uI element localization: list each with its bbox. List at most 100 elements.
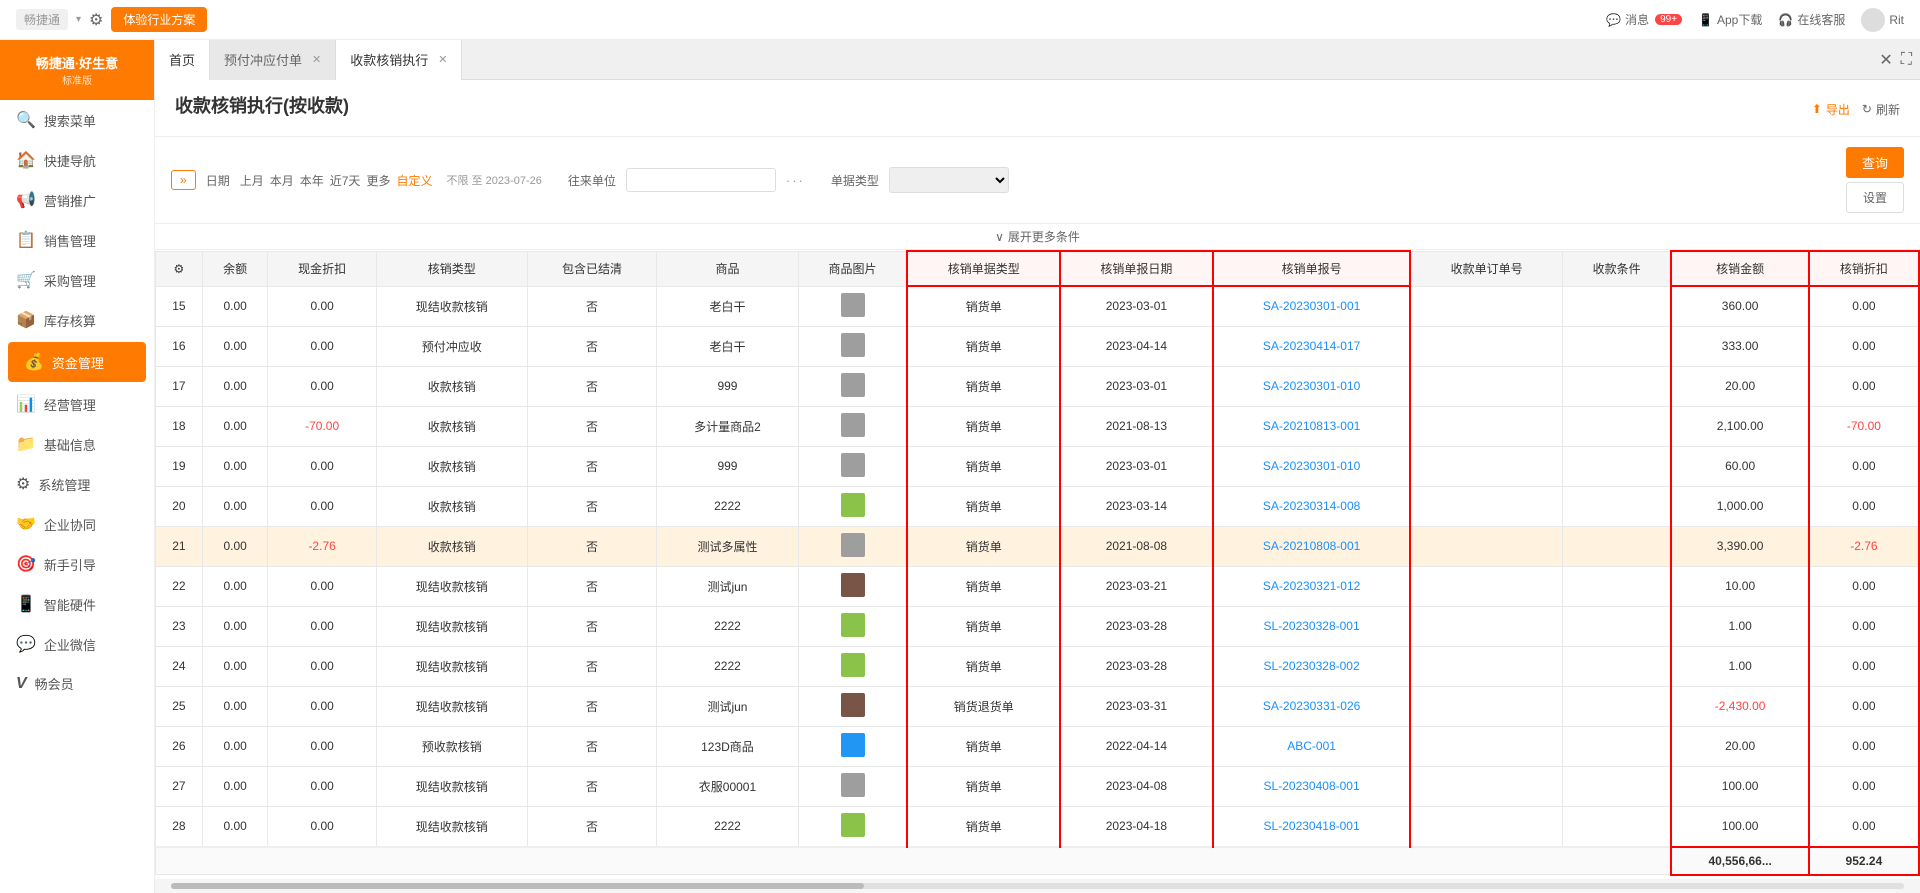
cell-cancel-type: 现结收款核销: [376, 606, 527, 646]
table-row: 26 0.00 0.00 预收款核销 否 123D商品 销货单 2022-04-…: [156, 726, 1920, 766]
refresh-icon: ↻: [1862, 102, 1872, 116]
cell-cancel-voucher-no[interactable]: SA-20230301-010: [1213, 446, 1411, 486]
expand-more-icon: ∨: [995, 230, 1004, 244]
cell-include-settled: 否: [527, 326, 657, 366]
voucher-type-select[interactable]: [889, 167, 1009, 193]
cell-goods-img: [798, 286, 907, 326]
sidebar-item-finance[interactable]: 💰 资金管理: [8, 342, 146, 382]
tab-cancel[interactable]: 收款核销执行 ✕: [336, 40, 462, 80]
cell-receipt-order-no: [1410, 526, 1562, 566]
date-7days[interactable]: 近7天: [330, 172, 361, 189]
cell-cancel-voucher-no[interactable]: SA-20230414-017: [1213, 326, 1411, 366]
cell-cancel-voucher-no[interactable]: SA-20230301-001: [1213, 286, 1411, 326]
cell-cancel-discount: 0.00: [1809, 446, 1919, 486]
cell-cancel-type: 现结收款核销: [376, 806, 527, 847]
sidebar-item-collab[interactable]: 🤝 企业协同: [0, 504, 154, 544]
cell-cancel-voucher-no[interactable]: SL-20230328-002: [1213, 646, 1411, 686]
cell-cancel-voucher-no[interactable]: SL-20230418-001: [1213, 806, 1411, 847]
cell-cash-discount: 0.00: [268, 806, 376, 847]
th-goods: 商品: [657, 251, 798, 286]
tab-home[interactable]: 首页: [155, 40, 210, 80]
table-row: 25 0.00 0.00 现结收款核销 否 测试jun 销货退货单 2023-0…: [156, 686, 1920, 726]
export-button[interactable]: ⬆ 导出: [1812, 101, 1850, 118]
cell-cancel-voucher-type: 销货单: [907, 286, 1060, 326]
message-item[interactable]: 💬 消息 99+: [1606, 11, 1682, 28]
top-bar: 畅捷通 ▾ ⚙ 体验行业方案 💬 消息 99+ 📱 App下载 🎧 在线客服 R…: [0, 0, 1920, 40]
filter-dots: ···: [786, 173, 805, 188]
sidebar-item-system[interactable]: ⚙ 系统管理: [0, 464, 154, 504]
date-cur-year[interactable]: 本年: [300, 172, 324, 189]
cell-goods-img: [798, 486, 907, 526]
tab-prepay-close[interactable]: ✕: [312, 53, 321, 66]
tab-cancel-close[interactable]: ✕: [438, 53, 447, 66]
filter-row: 日期 上月 本月 本年 近7天 更多 自定义 不限 至 2023-07-26 往…: [206, 167, 1836, 193]
trial-btn[interactable]: 体验行业方案: [111, 7, 207, 32]
settings-filter-button[interactable]: 设置: [1846, 182, 1904, 213]
cell-cancel-voucher-type: 销货单: [907, 406, 1060, 446]
cell-cancel-amount: 2,100.00: [1671, 406, 1808, 446]
sidebar-item-basic[interactable]: 📁 基础信息: [0, 424, 154, 464]
cell-cancel-voucher-no[interactable]: SA-20230314-008: [1213, 486, 1411, 526]
cell-include-settled: 否: [527, 286, 657, 326]
cell-balance: 0.00: [202, 486, 268, 526]
date-more[interactable]: 更多: [366, 172, 390, 189]
app-download-item[interactable]: 📱 App下载: [1698, 11, 1762, 28]
sidebar-item-wechat[interactable]: 💬 企业微信: [0, 624, 154, 664]
cell-receipt-order-no: [1410, 806, 1562, 847]
cell-cancel-voucher-no[interactable]: SA-20230331-026: [1213, 686, 1411, 726]
cell-cancel-voucher-no[interactable]: SL-20230328-001: [1213, 606, 1411, 646]
sidebar-item-guide[interactable]: 🎯 新手引导: [0, 544, 154, 584]
th-cancel-voucher-no: 核销单报号: [1213, 251, 1411, 286]
filter-toggle-btn[interactable]: »: [171, 170, 196, 190]
cell-cancel-voucher-no[interactable]: SA-20230301-010: [1213, 366, 1411, 406]
sidebar-item-label: 营销推广: [44, 191, 96, 210]
date-range: 不限 至 2023-07-26: [446, 172, 541, 188]
tab-close-btn[interactable]: ✕: [1879, 50, 1892, 70]
tab-bar-actions: ✕ ⛶: [1879, 50, 1920, 70]
cell-cancel-voucher-no[interactable]: SA-20210808-001: [1213, 526, 1411, 566]
cell-balance: 0.00: [202, 686, 268, 726]
sidebar-item-search[interactable]: 🔍 搜索菜单: [0, 100, 154, 140]
cell-receipt-order-no: [1410, 766, 1562, 806]
refresh-button[interactable]: ↻ 刷新: [1862, 101, 1900, 118]
expand-more-bar[interactable]: ∨ 展开更多条件: [155, 224, 1920, 250]
cell-cancel-voucher-no[interactable]: ABC-001: [1213, 726, 1411, 766]
sidebar-item-label: 库存核算: [44, 311, 96, 330]
date-prev-month[interactable]: 上月: [240, 172, 264, 189]
cell-cancel-discount: 0.00: [1809, 286, 1919, 326]
sidebar-item-vip[interactable]: V 畅会员: [0, 664, 154, 703]
sidebar-item-purchase[interactable]: 🛒 采购管理: [0, 260, 154, 300]
cell-cancel-voucher-no[interactable]: SL-20230408-001: [1213, 766, 1411, 806]
tab-expand-btn[interactable]: ⛶: [1901, 51, 1912, 69]
app-icon: 📱: [1698, 13, 1713, 27]
logo-text: 畅捷通·好生意: [36, 53, 118, 72]
user-item[interactable]: Rit: [1861, 8, 1904, 32]
cell-goods: 衣服00001: [657, 766, 798, 806]
tab-prepay[interactable]: 预付冲应付单 ✕: [210, 40, 336, 80]
settings-icon[interactable]: ⚙: [89, 10, 103, 30]
sidebar-item-nav[interactable]: 🏠 快捷导航: [0, 140, 154, 180]
cell-include-settled: 否: [527, 646, 657, 686]
sidebar-item-marketing[interactable]: 📢 营销推广: [0, 180, 154, 220]
date-custom[interactable]: 自定义: [396, 172, 432, 189]
cell-cancel-voucher-date: 2023-03-14: [1060, 486, 1213, 526]
cell-cancel-type: 收款核销: [376, 366, 527, 406]
table-row: 20 0.00 0.00 收款核销 否 2222 销货单 2023-03-14 …: [156, 486, 1920, 526]
sidebar-item-operations[interactable]: 📊 经营管理: [0, 384, 154, 424]
app-layout: 畅捷通·好生意 标准版 🔍 搜索菜单 🏠 快捷导航 📢 营销推广 📋 销售管理 …: [0, 40, 1920, 893]
partner-label: 往来单位: [568, 172, 616, 189]
date-cur-month[interactable]: 本月: [270, 172, 294, 189]
cell-cancel-voucher-no[interactable]: SA-20230321-012: [1213, 566, 1411, 606]
sidebar-item-hardware[interactable]: 📱 智能硬件: [0, 584, 154, 624]
sidebar-item-sales[interactable]: 📋 销售管理: [0, 220, 154, 260]
home-icon: 🏠: [16, 150, 36, 170]
query-button[interactable]: 查询: [1846, 147, 1904, 178]
sidebar-item-inventory[interactable]: 📦 库存核算: [0, 300, 154, 340]
cell-balance: 0.00: [202, 766, 268, 806]
cell-cancel-voucher-no[interactable]: SA-20210813-001: [1213, 406, 1411, 446]
partner-input[interactable]: [626, 168, 776, 192]
cell-cancel-voucher-date: 2023-03-28: [1060, 606, 1213, 646]
dropdown-arrow-icon[interactable]: ▾: [76, 14, 81, 25]
cell-balance: 0.00: [202, 366, 268, 406]
online-service-item[interactable]: 🎧 在线客服: [1778, 11, 1845, 28]
